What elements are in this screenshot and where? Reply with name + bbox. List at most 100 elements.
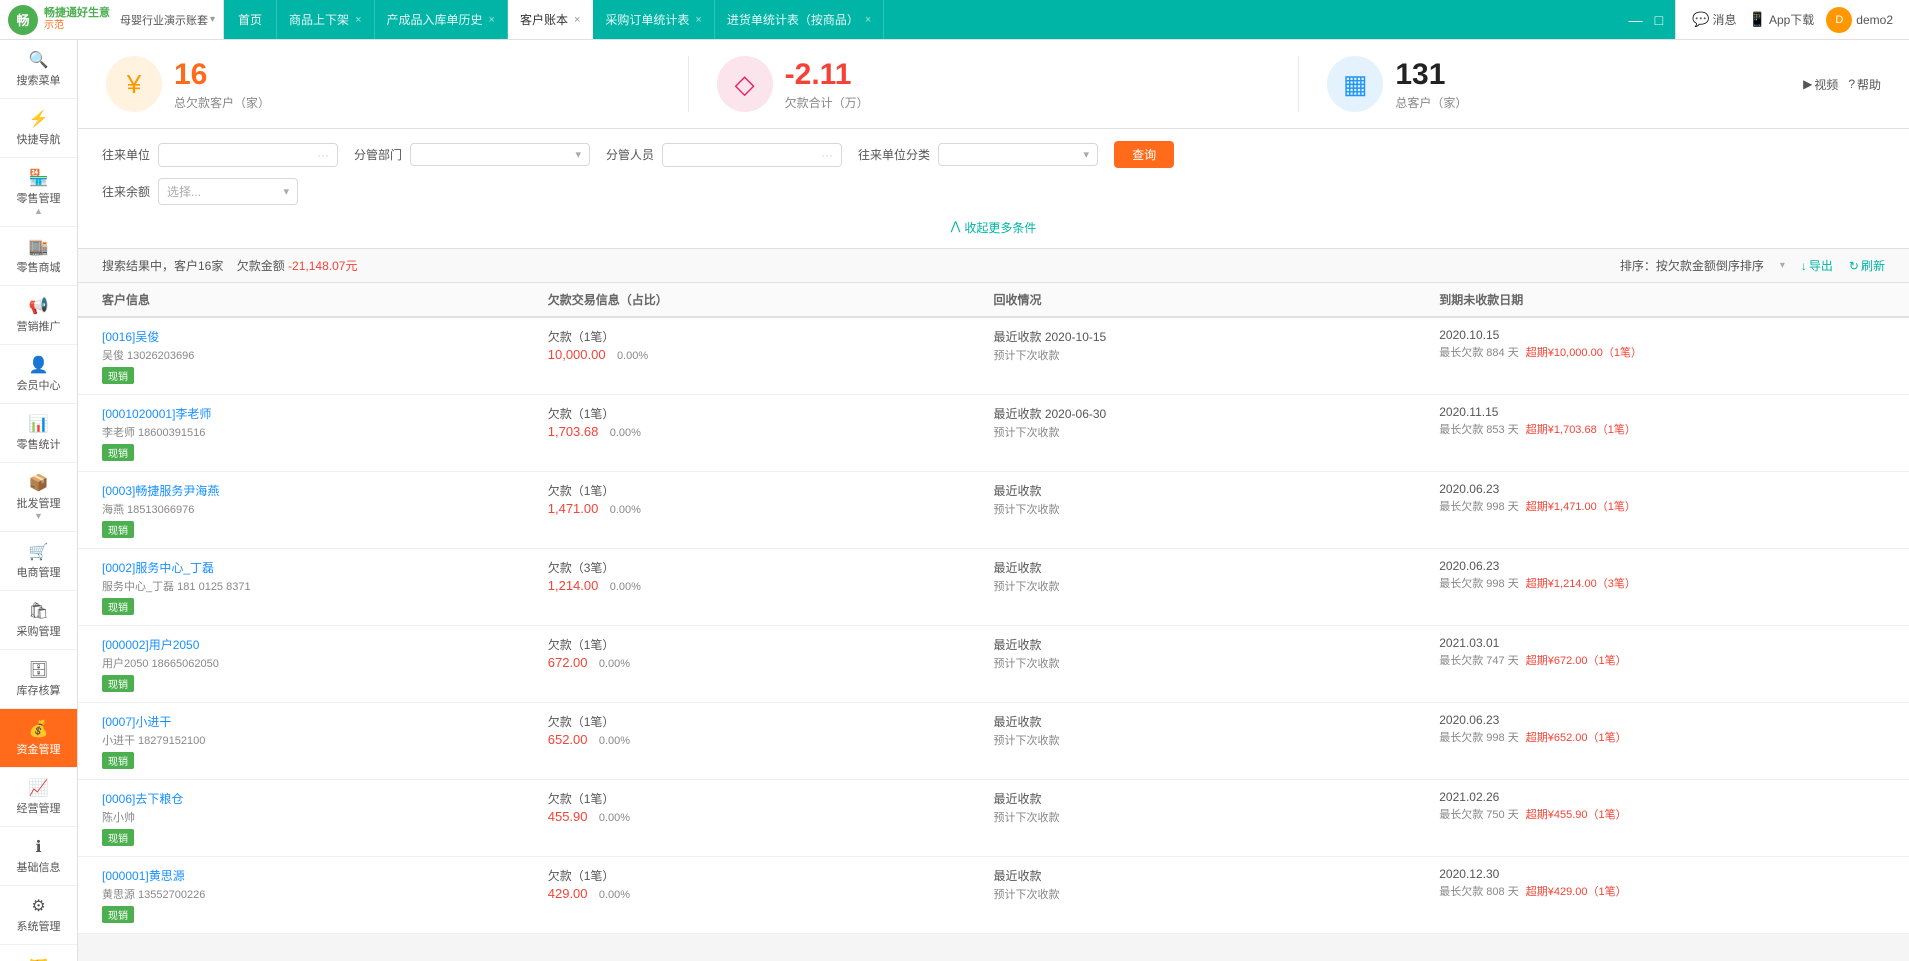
sidebar-item-operations-mgmt[interactable]: 📈 经营管理 — [0, 768, 77, 827]
username: demo2 — [1856, 13, 1893, 27]
customer-name-4[interactable]: [000002]用户2050 — [102, 636, 548, 653]
sidebar-item-retail-mall[interactable]: 🏬 零售商城 — [0, 227, 77, 286]
win-minimize[interactable]: — — [1629, 12, 1643, 28]
download-icon: 📱 — [1749, 11, 1766, 28]
sidebar-item-retail-mgmt[interactable]: 🏪 零售管理 ▲ — [0, 158, 77, 227]
stat-total-customers: ▦ 131 总客户（家） ▶ 视频 ? 帮助 — [1299, 56, 1909, 112]
table-row: [0016]吴俊 吴俊 13026203696 现销 欠款（1笔） 10,000… — [78, 318, 1909, 395]
tab-stock-stats[interactable]: 进货单统计表（按商品） × — [715, 0, 884, 39]
tab-purchase-order[interactable]: 采购订单统计表 × — [593, 0, 714, 39]
overdue-link-5[interactable]: 超期¥652.00（1笔） — [1526, 732, 1627, 744]
stat-debt-customers-value: 16 — [174, 58, 270, 92]
customer-name-7[interactable]: [000001]黄思源 — [102, 867, 548, 884]
customer-tag-1: 现销 — [102, 444, 134, 461]
operations-mgmt-icon: 📈 — [4, 778, 73, 798]
tab-products[interactable]: 商品上下架 × — [277, 0, 374, 39]
table-row: [0003]畅捷服务尹海燕 海燕 18513066976 现销 欠款（1笔） 1… — [78, 472, 1909, 549]
customer-name-1[interactable]: [0001020001]李老师 — [102, 405, 548, 422]
customer-name-6[interactable]: [0006]去下粮仓 — [102, 790, 548, 807]
app-download-btn[interactable]: 📱 App下载 — [1749, 11, 1815, 28]
next-payment-0: 预计下次收款 — [994, 347, 1440, 363]
sidebar-item-search[interactable]: 🔍 搜索菜单 — [0, 40, 77, 99]
sidebar-item-marketing[interactable]: 📢 营销推广 — [0, 286, 77, 345]
search-button[interactable]: 查询 — [1114, 141, 1174, 168]
refresh-icon: ↻ — [1849, 259, 1859, 273]
store-selector[interactable]: 母婴行业演示账套 ▾ — [120, 12, 215, 28]
manager-input[interactable]: ··· — [662, 143, 842, 167]
tab-stock-history[interactable]: 产成品入库单历史 × — [375, 0, 508, 39]
export-icon: ↓ — [1801, 259, 1807, 273]
retail-mgmt-icon: 🏪 — [29, 168, 49, 188]
source-unit-label: 往来单位 — [102, 146, 150, 163]
tab-products-close[interactable]: × — [355, 14, 361, 26]
customer-name-2[interactable]: [0003]畅捷服务尹海燕 — [102, 482, 548, 499]
overdue-link-1[interactable]: 超期¥1,703.68（1笔） — [1526, 424, 1636, 436]
table-row: [0006]去下粮仓 陈小帅 现销 欠款（1笔） 455.90 0.00% 最近… — [78, 780, 1909, 857]
balance-arrow-icon: ▾ — [283, 185, 289, 198]
sidebar-item-inventory[interactable]: 🗄 库存核算 — [0, 650, 77, 709]
user-profile[interactable]: D demo2 — [1826, 7, 1893, 33]
dept-select[interactable]: ▾ — [410, 143, 590, 166]
overdue-link-7[interactable]: 超期¥429.00（1笔） — [1526, 886, 1627, 898]
tab-purchase-close[interactable]: × — [695, 14, 701, 26]
tab-customer-account[interactable]: 客户账本 × — [508, 0, 593, 39]
stats-header: ¥ 16 总欠款客户（家） ◇ -2.11 欠款合计（万） ▦ — [78, 40, 1909, 129]
finance-mgmt-icon: 💰 — [4, 719, 73, 739]
sidebar-item-purchase-mgmt[interactable]: 🛍 采购管理 — [0, 591, 77, 650]
video-btn[interactable]: ▶ 视频 — [1803, 76, 1838, 93]
sidebar-item-enterprise-collab[interactable]: 🤝 企业协同 — [0, 945, 77, 961]
table: 客户信息 欠款交易信息（占比） 回收情况 到期未收款日期 [0016]吴俊 吴俊… — [78, 283, 1909, 934]
sidebar-item-ecom-mgmt[interactable]: 🛒 电商管理 — [0, 532, 77, 591]
sort-arrow-icon: ▾ — [1780, 260, 1785, 271]
debt-amount-value: -21,148.07元 — [288, 259, 357, 273]
retail-mall-icon: 🏬 — [4, 237, 73, 257]
stat-actions: ▶ 视频 ? 帮助 — [1803, 76, 1881, 93]
logo-area: 畅 畅捷通好生意 示范 母婴行业演示账套 ▾ — [0, 0, 224, 39]
stat-debt-amount-label: 欠款合计（万） — [785, 94, 869, 111]
source-unit-input[interactable]: ··· — [158, 143, 338, 167]
customer-name-0[interactable]: [0016]吴俊 — [102, 328, 548, 345]
balance-label: 往来余额 — [102, 183, 150, 200]
tab-stock-stats-close[interactable]: × — [865, 14, 871, 26]
sidebar-item-system-mgmt[interactable]: ⚙ 系统管理 — [0, 886, 77, 945]
debt-percent-0: 0.00% — [617, 350, 648, 362]
stat-total-customers-icon: ▦ — [1327, 56, 1383, 112]
avatar: D — [1826, 7, 1852, 33]
collapse-btn[interactable]: ⋀ 收起更多条件 — [102, 215, 1885, 244]
message-btn[interactable]: 💬 消息 — [1692, 11, 1736, 28]
win-maximize[interactable]: □ — [1655, 12, 1663, 28]
overdue-link-3[interactable]: 超期¥1,214.00（3笔） — [1526, 578, 1636, 590]
balance-select[interactable]: 选择... ▾ — [158, 178, 298, 205]
sidebar-item-quick-nav[interactable]: ⚡ 快捷导航 — [0, 99, 77, 158]
sidebar-item-member-center[interactable]: 👤 会员中心 — [0, 345, 77, 404]
help-btn[interactable]: ? 帮助 — [1848, 76, 1881, 93]
refresh-btn[interactable]: ↻ 刷新 — [1849, 257, 1885, 274]
overdue-link-0[interactable]: 超期¥10,000.00（1笔） — [1526, 347, 1642, 359]
stat-debt-customers-label: 总欠款客户（家） — [174, 94, 270, 111]
sidebar-item-finance-mgmt[interactable]: 💰 资金管理 — [0, 709, 77, 768]
sort-label: 排序：按欠款金额倒序排序 — [1620, 257, 1764, 274]
table-row: [0007]小进干 小进干 18279152100 现销 欠款（1笔） 652.… — [78, 703, 1909, 780]
purchase-mgmt-icon: 🛍 — [4, 601, 73, 621]
export-btn[interactable]: ↓ 导出 — [1801, 257, 1833, 274]
retail-mgmt-arrow: ▲ — [34, 206, 43, 216]
customer-name-5[interactable]: [0007]小进干 — [102, 713, 548, 730]
unit-category-arrow-icon: ▾ — [1084, 148, 1090, 161]
overdue-link-6[interactable]: 超期¥455.90（1笔） — [1526, 809, 1627, 821]
customer-name-3[interactable]: [0002]服务中心_丁磊 — [102, 559, 548, 576]
sidebar-item-basic-info[interactable]: ℹ 基础信息 — [0, 827, 77, 886]
video-icon: ▶ — [1803, 77, 1812, 91]
sidebar-item-retail-stats[interactable]: 📊 零售统计 — [0, 404, 77, 463]
top-right-area: — □ — [1617, 0, 1675, 39]
message-icon: 💬 — [1692, 11, 1709, 28]
tab-bar: 首页 商品上下架 × 产成品入库单历史 × 客户账本 × 采购订单统计表 × 进… — [224, 0, 1617, 39]
overdue-link-4[interactable]: 超期¥672.00（1笔） — [1526, 655, 1627, 667]
unit-category-select[interactable]: ▾ — [938, 143, 1098, 166]
overdue-link-2[interactable]: 超期¥1,471.00（1笔） — [1526, 501, 1636, 513]
sidebar-item-batch-mgmt[interactable]: 📦 批发管理 ▼ — [0, 463, 77, 532]
debt-count-0: 欠款（1笔） — [548, 328, 994, 345]
tab-home[interactable]: 首页 — [224, 0, 277, 39]
tab-customer-account-close[interactable]: × — [574, 14, 580, 26]
tab-stock-history-close[interactable]: × — [489, 14, 495, 26]
source-unit-dots-icon: ··· — [317, 148, 329, 162]
